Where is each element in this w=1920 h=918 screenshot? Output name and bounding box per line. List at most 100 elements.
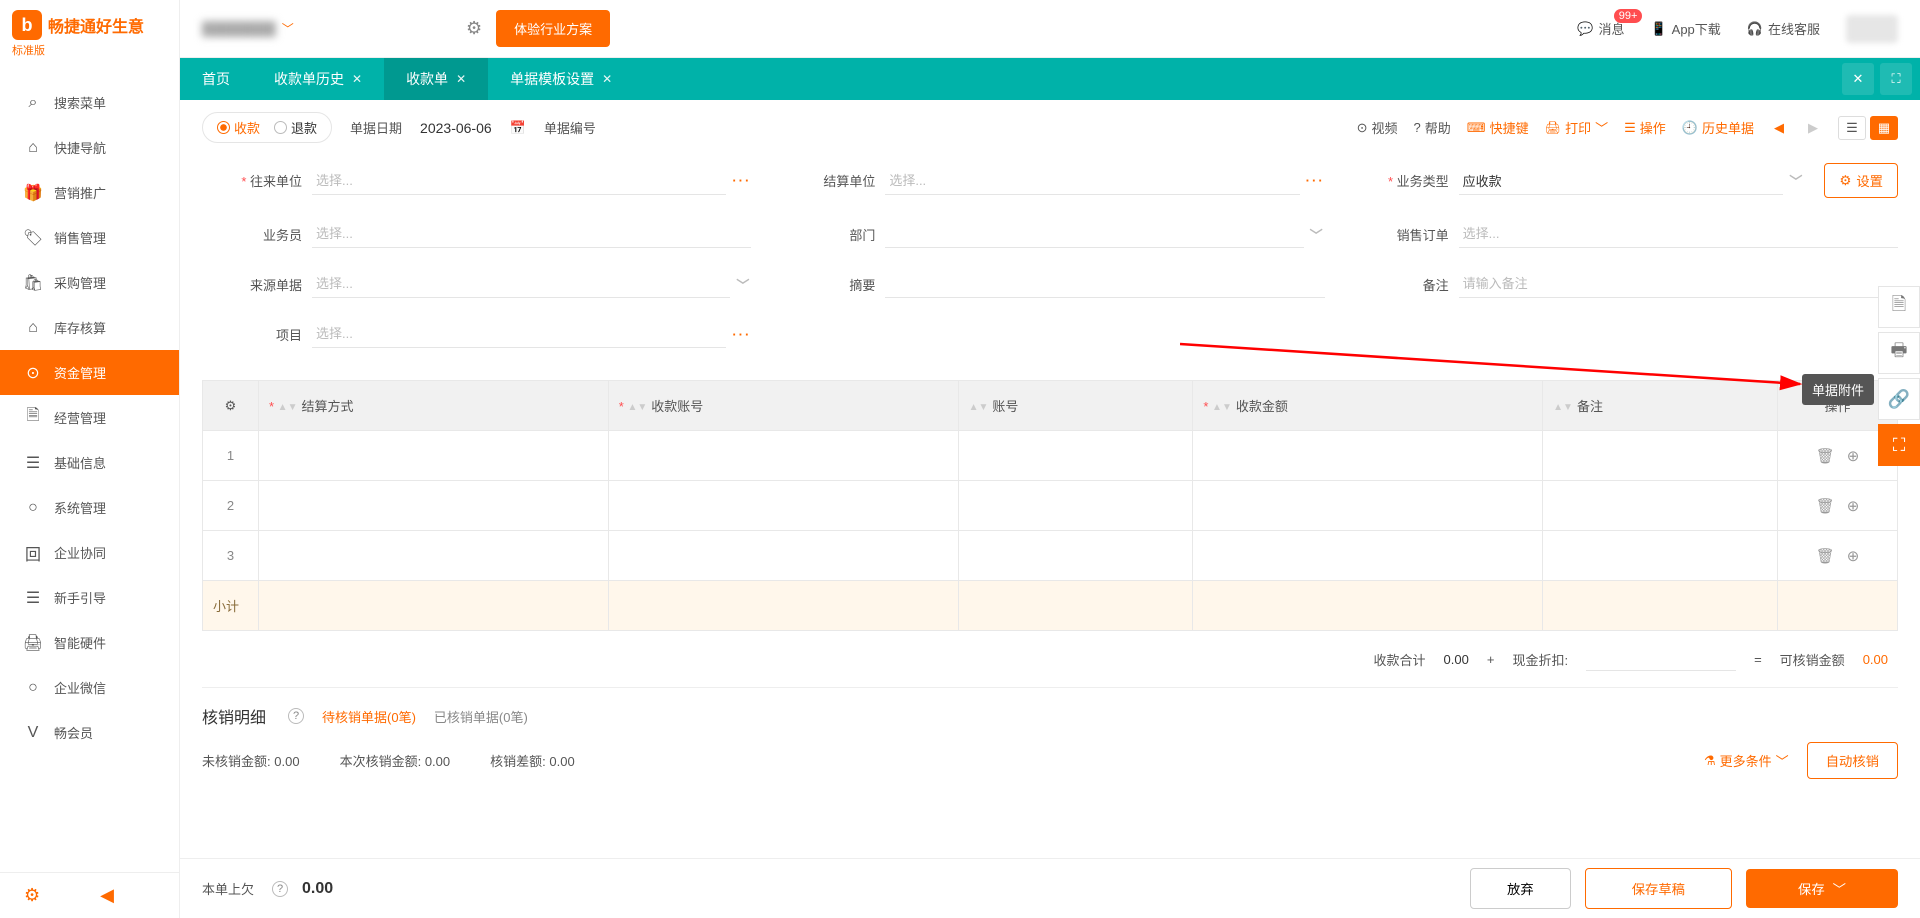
support-link[interactable]: 🎧 在线客服 <box>1747 19 1820 38</box>
table-row[interactable]: 3🗑⊕ <box>203 531 1898 581</box>
menu-icon: ☰ <box>24 454 42 472</box>
sidebar-item-11[interactable]: ☰新手引导 <box>0 575 179 620</box>
messages-link[interactable]: 💬 消息 99+ <box>1577 19 1624 38</box>
history-action[interactable]: 🕘历史单据 <box>1682 118 1754 137</box>
customer-more-icon[interactable]: ··· <box>732 173 751 188</box>
delete-icon[interactable]: 🗑 <box>1816 498 1835 515</box>
attach-tooltip: 单据附件 <box>1802 374 1874 405</box>
table-row[interactable]: 1🗑⊕ <box>203 431 1898 481</box>
help-icon[interactable]: ? <box>272 881 288 897</box>
fullscreen-icon[interactable]: ⛶ <box>1880 63 1912 95</box>
dept-input[interactable] <box>885 220 1303 248</box>
prev-doc-icon[interactable]: ◀ <box>1770 120 1788 136</box>
delete-icon[interactable]: 🗑 <box>1816 548 1835 565</box>
salesman-input[interactable] <box>312 220 751 248</box>
sidebar-item-label: 系统管理 <box>54 498 106 517</box>
sidebar-item-1[interactable]: ⌂快捷导航 <box>0 125 179 170</box>
sidebar-item-3[interactable]: 🏷销售管理 <box>0 215 179 260</box>
sidebar-item-label: 智能硬件 <box>54 633 106 652</box>
table-row[interactable]: 2🗑⊕ <box>203 481 1898 531</box>
add-icon[interactable]: ⊕ <box>1847 548 1860 565</box>
shortcut-action[interactable]: ⌨快捷键 <box>1467 118 1529 137</box>
save-draft-button[interactable]: 保存草稿 <box>1585 868 1732 909</box>
tab-pending[interactable]: 待核销单据(0笔) <box>322 707 416 726</box>
settle-unit-input[interactable] <box>885 167 1299 195</box>
tab-0[interactable]: 首页 <box>180 58 252 100</box>
gear-icon[interactable]: ⚙ <box>225 398 237 413</box>
rail-print-icon[interactable]: 🖶 <box>1878 332 1920 374</box>
viewmode-list-icon[interactable]: ☰ <box>1838 116 1866 140</box>
sidebar-item-8[interactable]: ☰基础信息 <box>0 440 179 485</box>
rail-attach-icon[interactable]: 🔗 <box>1878 378 1920 420</box>
rail-draft-icon[interactable]: 🗎 <box>1878 286 1920 328</box>
sidebar-item-5[interactable]: ⌂库存核算 <box>0 305 179 350</box>
remark-label: 备注 <box>1349 275 1449 294</box>
close-icon[interactable]: ✕ <box>352 72 362 86</box>
help-action[interactable]: ?帮助 <box>1414 118 1451 137</box>
owe-label: 本单上欠 <box>202 879 254 898</box>
sidebar-item-12[interactable]: 🖨智能硬件 <box>0 620 179 665</box>
avatar[interactable] <box>1846 15 1898 43</box>
biztype-label: 业务类型 <box>1349 171 1449 190</box>
doc-date-value[interactable]: 2023-06-06 <box>420 120 492 136</box>
sidebar-item-2[interactable]: 🎁营销推广 <box>0 170 179 215</box>
menu-icon: 回 <box>24 544 42 562</box>
settings-button[interactable]: ⚙设置 <box>1824 163 1898 198</box>
project-input[interactable] <box>312 320 726 348</box>
sidebar-item-9[interactable]: ○系统管理 <box>0 485 179 530</box>
sidebar-item-4[interactable]: 🛍采购管理 <box>0 260 179 305</box>
org-selector[interactable]: ████████ ﹀ <box>202 20 452 37</box>
tab-3[interactable]: 单据模板设置✕ <box>488 58 634 100</box>
discard-button[interactable]: 放弃 <box>1470 868 1571 909</box>
sidebar-item-7[interactable]: 🗎经营管理 <box>0 395 179 440</box>
rail-expand-icon[interactable]: ⛶ <box>1878 424 1920 466</box>
print-action[interactable]: 🖨打印﹀ <box>1545 118 1609 137</box>
next-doc-icon[interactable]: ▶ <box>1804 120 1822 136</box>
project-more-icon[interactable]: ··· <box>732 327 751 342</box>
discount-input[interactable] <box>1586 647 1736 671</box>
add-icon[interactable]: ⊕ <box>1847 448 1860 465</box>
delete-icon[interactable]: 🗑 <box>1816 448 1835 465</box>
tab-done[interactable]: 已核销单据(0笔) <box>434 707 528 726</box>
close-all-tabs-icon[interactable]: ✕ <box>1842 63 1874 95</box>
more-conditions-link[interactable]: ⚗更多条件﹀ <box>1704 751 1789 770</box>
gear-icon[interactable]: ⚙ <box>466 18 482 39</box>
radio-receive[interactable]: 收款 <box>217 118 260 137</box>
menu-icon: ⌕ <box>24 94 42 112</box>
customer-input[interactable] <box>312 167 726 195</box>
srcdoc-input[interactable] <box>312 270 730 298</box>
biztype-input[interactable] <box>1459 167 1784 195</box>
remark-input[interactable] <box>1459 270 1898 298</box>
verify-section: 核销明细 ? 待核销单据(0笔) 已核销单据(0笔) 未核销金额: 0.00 本… <box>202 687 1898 779</box>
help-icon[interactable]: ? <box>288 708 304 724</box>
summary-input[interactable] <box>885 270 1324 298</box>
auto-verify-button[interactable]: 自动核销 <box>1807 742 1898 779</box>
close-icon[interactable]: ✕ <box>602 72 612 86</box>
sidebar-item-10[interactable]: 回企业协同 <box>0 530 179 575</box>
settle-unit-more-icon[interactable]: ··· <box>1306 173 1325 188</box>
app-download-link[interactable]: 📱 App下载 <box>1650 19 1720 38</box>
tab-1[interactable]: 收款单历史✕ <box>252 58 384 100</box>
viewmode-form-icon[interactable]: ▦ <box>1870 116 1898 140</box>
sidebar-item-14[interactable]: V畅会员 <box>0 710 179 755</box>
video-action[interactable]: ⊙视频 <box>1357 118 1398 137</box>
add-icon[interactable]: ⊕ <box>1847 498 1860 515</box>
srcdoc-label: 来源单据 <box>202 275 302 294</box>
radio-refund[interactable]: 退款 <box>274 118 317 137</box>
sidebar-item-6[interactable]: ⊙资金管理 <box>0 350 179 395</box>
saleorder-input[interactable] <box>1459 220 1898 248</box>
collapse-icon[interactable]: ◀ <box>100 885 114 906</box>
save-button[interactable]: 保存﹀ <box>1746 869 1898 908</box>
sidebar-item-13[interactable]: ○企业微信 <box>0 665 179 710</box>
chevron-down-icon[interactable]: ﹀ <box>736 275 751 294</box>
chevron-down-icon[interactable]: ﹀ <box>1310 225 1325 244</box>
close-icon[interactable]: ✕ <box>456 72 466 86</box>
project-label: 项目 <box>202 325 302 344</box>
calendar-icon[interactable]: 📅 <box>510 120 526 136</box>
settings-icon[interactable]: ⚙ <box>24 885 40 906</box>
tab-2[interactable]: 收款单✕ <box>384 58 488 100</box>
cta-button[interactable]: 体验行业方案 <box>496 10 610 47</box>
chevron-down-icon[interactable]: ﹀ <box>1789 171 1804 190</box>
sidebar-item-0[interactable]: ⌕搜索菜单 <box>0 80 179 125</box>
operate-action[interactable]: ☰操作 <box>1624 118 1666 137</box>
